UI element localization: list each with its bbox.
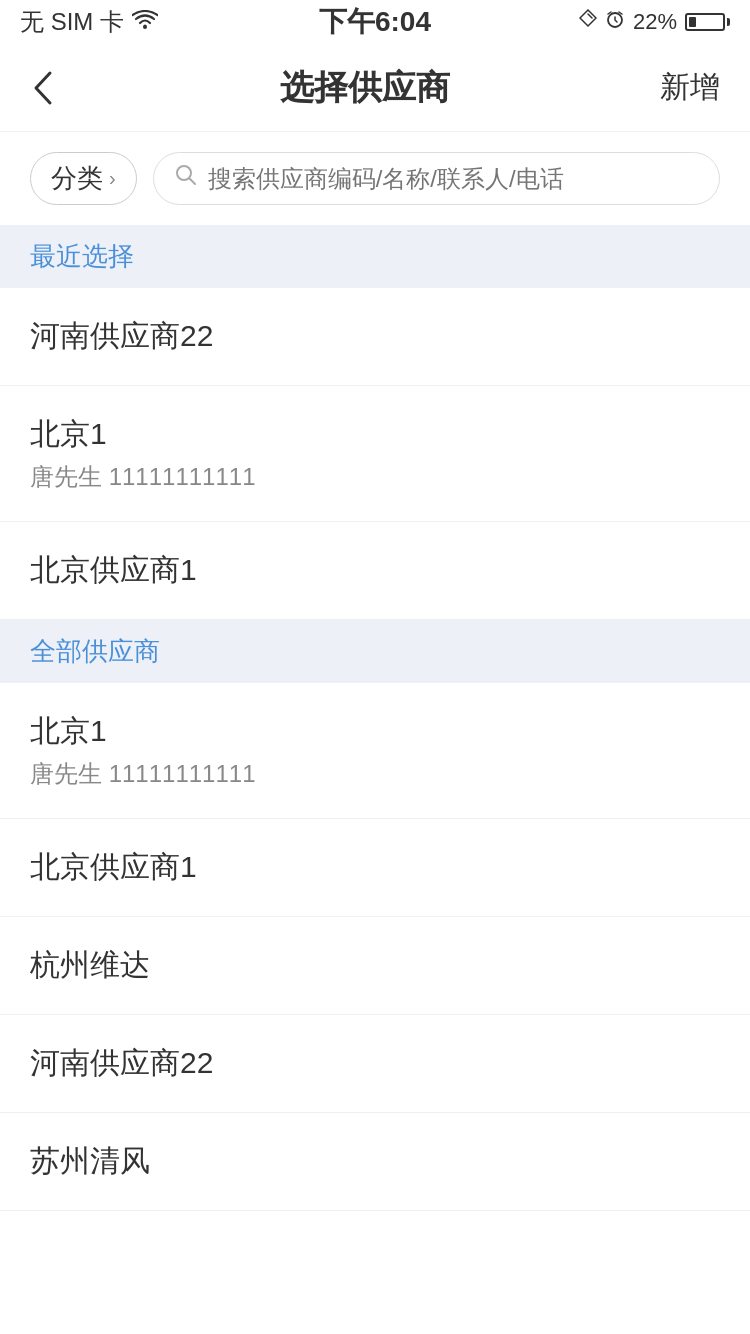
location-icon (579, 9, 597, 35)
filter-bar: 分类 › (0, 132, 750, 225)
recent-list: 河南供应商22 北京1 唐先生 11111111111 北京供应商1 (0, 288, 750, 620)
list-item[interactable]: 北京供应商1 (0, 819, 750, 917)
status-bar: 无 SIM 卡 下午6:04 (0, 0, 750, 44)
status-right: 22% (579, 9, 730, 35)
list-item[interactable]: 杭州维达 (0, 917, 750, 1015)
status-left: 无 SIM 卡 (20, 6, 158, 38)
list-item[interactable]: 北京1 唐先生 11111111111 (0, 683, 750, 819)
page-title: 选择供应商 (280, 65, 450, 111)
search-icon (174, 163, 198, 194)
search-input[interactable] (208, 165, 699, 193)
all-section-label: 全部供应商 (30, 636, 160, 666)
list-item[interactable]: 河南供应商22 (0, 288, 750, 386)
back-button[interactable] (30, 69, 90, 107)
all-section-header: 全部供应商 (0, 620, 750, 683)
wifi-icon (132, 8, 158, 36)
all-list: 北京1 唐先生 11111111111 北京供应商1 杭州维达 河南供应商22 … (0, 683, 750, 1211)
battery-icon (685, 13, 730, 31)
recent-section-header: 最近选择 (0, 225, 750, 288)
category-label: 分类 (51, 161, 103, 196)
category-button[interactable]: 分类 › (30, 152, 137, 205)
alarm-icon (605, 9, 625, 35)
search-box[interactable] (153, 152, 720, 205)
list-item[interactable]: 北京1 唐先生 11111111111 (0, 386, 750, 522)
battery-percentage: 22% (633, 9, 677, 35)
add-button[interactable]: 新增 (640, 67, 720, 108)
status-time: 下午6:04 (319, 3, 431, 41)
svg-point-0 (143, 25, 147, 29)
nav-bar: 选择供应商 新增 (0, 44, 750, 132)
list-item[interactable]: 河南供应商22 (0, 1015, 750, 1113)
carrier-text: 无 SIM 卡 (20, 6, 124, 38)
chevron-right-icon: › (109, 167, 116, 190)
list-item[interactable]: 苏州清风 (0, 1113, 750, 1211)
list-item[interactable]: 北京供应商1 (0, 522, 750, 620)
recent-section-label: 最近选择 (30, 241, 134, 271)
